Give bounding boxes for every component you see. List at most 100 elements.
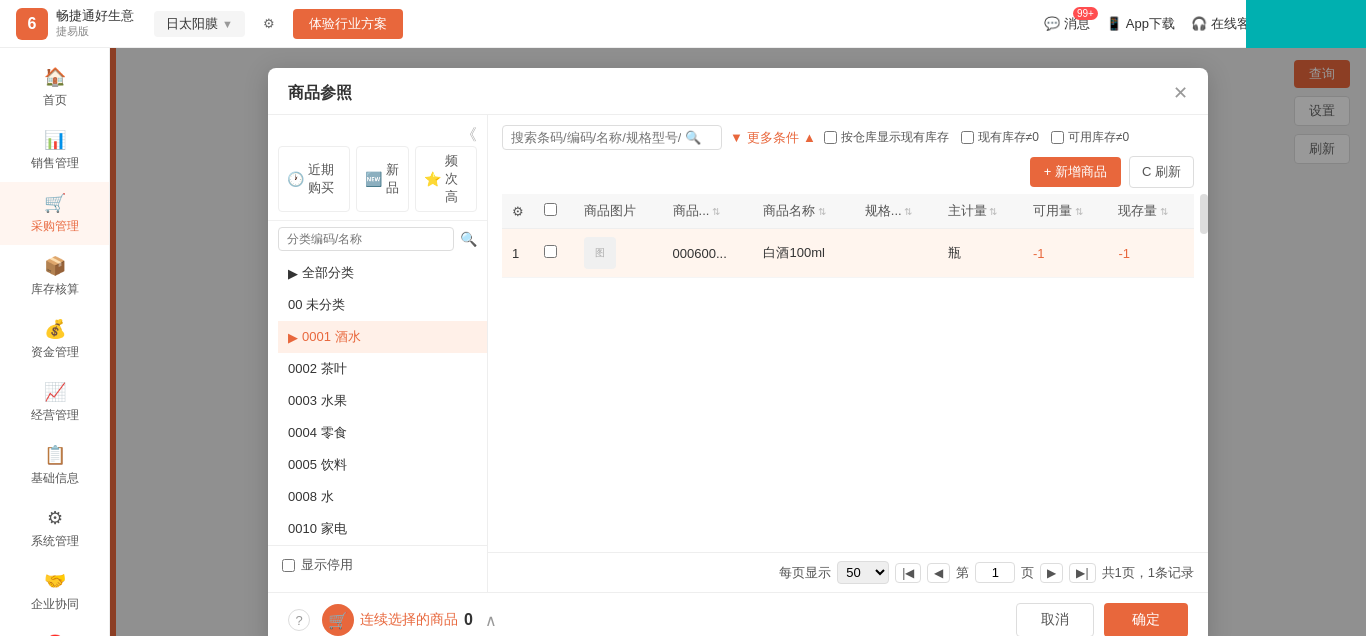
cart-collapse-icon[interactable]: ∧ (485, 611, 497, 630)
sidebar-item-home[interactable]: 🏠 首页 (0, 56, 109, 119)
cat-tea[interactable]: 0002 茶叶 (278, 353, 487, 385)
sidebar-item-sales[interactable]: 📊 销售管理 (0, 119, 109, 182)
warehouse-label: 按仓库显示现有库存 (841, 129, 949, 146)
scrollbar-thumb[interactable] (1200, 194, 1208, 234)
notification-area[interactable]: 💬 消息 99+ (1044, 15, 1090, 33)
cat-liquor[interactable]: ▶ 0001 酒水 (278, 321, 487, 353)
total-label: 共1页，1条记录 (1102, 564, 1194, 582)
logo-text: 畅捷通好生意 (56, 8, 134, 25)
product-thumbnail: 图 (584, 237, 616, 269)
page-number-input[interactable] (975, 562, 1015, 583)
col-spec[interactable]: 规格... (855, 194, 938, 229)
stock-nonzero-label: 现有库存≠0 (978, 129, 1039, 146)
cart-icon[interactable]: 🛒 (322, 604, 354, 636)
sidebar-item-finance[interactable]: 💰 资金管理 (0, 308, 109, 371)
collab-icon: 🤝 (44, 570, 66, 592)
select-all-checkbox[interactable] (544, 203, 557, 216)
sidebar-item-business[interactable]: 📈 经营管理 (0, 371, 109, 434)
cat-uncategorized[interactable]: 00 未分类 (278, 289, 487, 321)
cart-count: 0 (464, 611, 473, 629)
show-disabled-area: 显示停用 (268, 545, 487, 584)
sidebar-item-purchase[interactable]: 🛒 采购管理 (0, 182, 109, 245)
col-unit[interactable]: 主计量 (938, 194, 1023, 229)
show-disabled-checkbox[interactable] (282, 559, 295, 572)
col-code[interactable]: 商品... (663, 194, 754, 229)
sidebar: 🏠 首页 📊 销售管理 🛒 采购管理 📦 库存核算 💰 资金管理 📈 经营管理 … (0, 48, 110, 636)
show-disabled-label[interactable]: 显示停用 (301, 556, 353, 574)
last-page-btn[interactable]: ▶| (1069, 563, 1095, 583)
sidebar-label-business: 经营管理 (31, 407, 79, 424)
sidebar-item-basic[interactable]: 📋 基础信息 (0, 434, 109, 497)
right-toolbar: + 新增商品 C 刷新 (488, 156, 1208, 194)
sidebar-label-system: 系统管理 (31, 533, 79, 550)
category-search-icon[interactable]: 🔍 (460, 231, 477, 247)
search-wrap: 🔍 (502, 125, 722, 150)
sidebar-item-inventory[interactable]: 📦 库存核算 (0, 245, 109, 308)
cat-water[interactable]: 0008 水 (278, 481, 487, 513)
exp-button[interactable]: 体验行业方案 (293, 9, 403, 39)
stock-nonzero-checkbox[interactable] (961, 131, 974, 144)
next-page-btn[interactable]: ▶ (1040, 563, 1063, 583)
available-nonzero-checkbox[interactable] (1051, 131, 1064, 144)
modal-title: 商品参照 (288, 83, 352, 104)
settings-icon[interactable]: ⚙ (253, 8, 285, 40)
nav-title[interactable]: 日太阳膜 ▼ (154, 11, 245, 37)
content-area: 查询 设置 刷新 商品参照 ✕ 《 (110, 48, 1366, 636)
sales-icon: 📊 (44, 129, 66, 151)
filter-warehouse[interactable]: 按仓库显示现有库存 (824, 129, 949, 146)
col-image: 商品图片 (574, 194, 662, 229)
col-name[interactable]: 商品名称 (753, 194, 854, 229)
product-search-input[interactable] (511, 130, 681, 145)
search-icon[interactable]: 🔍 (685, 130, 701, 145)
sidebar-item-collab[interactable]: 🤝 企业协同 (0, 560, 109, 623)
new-product-btn[interactable]: 🆕 新品 (356, 146, 409, 212)
category-search-input[interactable] (278, 227, 454, 251)
collapse-left-icon[interactable]: 《 (461, 125, 477, 146)
filter-stock-nonzero[interactable]: 现有库存≠0 (961, 129, 1039, 146)
app-download[interactable]: 📱 App下载 (1106, 15, 1175, 33)
sidebar-item-guide[interactable]: 🎯 新手引导 (0, 623, 109, 636)
topbar: 6 畅捷通好生意 捷易版 日太阳膜 ▼ ⚙ 体验行业方案 💬 消息 99+ 📱 … (0, 0, 1366, 48)
cat-label-uncategorized: 00 未分类 (288, 296, 345, 314)
filter-btn[interactable]: ▼ 更多条件 ▲ (730, 129, 816, 147)
product-reference-modal: 商品参照 ✕ 《 🕐 近期购买 (268, 68, 1208, 636)
sidebar-item-system[interactable]: ⚙ 系统管理 (0, 497, 109, 560)
cat-fruit[interactable]: 0003 水果 (278, 385, 487, 417)
logo-icon: 6 (16, 8, 48, 40)
product-table-wrap: ⚙ 商品图片 商品... 商品名称 规格... 主计量 可用量 现存量 (488, 194, 1208, 552)
search-bar: 🔍 ▼ 更多条件 ▲ 按仓库显示现有库存 (488, 115, 1208, 156)
per-page-select[interactable]: 50 20 100 (837, 561, 889, 584)
recent-icon: 🕐 (287, 171, 304, 187)
col-available[interactable]: 可用量 (1023, 194, 1108, 229)
filter-up-icon: ▲ (803, 130, 816, 145)
refresh-button[interactable]: C 刷新 (1129, 156, 1194, 188)
first-page-btn[interactable]: |◀ (895, 563, 921, 583)
filter-available-nonzero[interactable]: 可用库存≠0 (1051, 129, 1129, 146)
add-product-button[interactable]: + 新增商品 (1030, 157, 1121, 187)
help-icon[interactable]: ? (288, 609, 310, 631)
business-icon: 📈 (44, 381, 66, 403)
cat-all[interactable]: ▶ 全部分类 (278, 257, 487, 289)
modal-header: 商品参照 ✕ (268, 68, 1208, 115)
warehouse-checkbox[interactable] (824, 131, 837, 144)
cat-appliance[interactable]: 0010 家电 (278, 513, 487, 545)
cat-snack[interactable]: 0004 零食 (278, 417, 487, 449)
row-available: -1 (1023, 229, 1108, 278)
prev-page-btn[interactable]: ◀ (927, 563, 950, 583)
recent-purchase-btn[interactable]: 🕐 近期购买 (278, 146, 350, 212)
col-stock[interactable]: 现存量 (1108, 194, 1194, 229)
row-select-checkbox[interactable] (544, 245, 557, 258)
modal-close-button[interactable]: ✕ (1173, 82, 1188, 104)
confirm-button[interactable]: 确定 (1104, 603, 1188, 636)
frequent-btn[interactable]: ⭐ 频次高 (415, 146, 477, 212)
table-row[interactable]: 1 图 000600... 白酒100ml 瓶 (502, 229, 1194, 278)
cat-beverage[interactable]: 0005 饮料 (278, 449, 487, 481)
row-checkbox[interactable] (534, 229, 574, 278)
cancel-button[interactable]: 取消 (1016, 603, 1094, 636)
cat-label-appliance: 0010 家电 (288, 520, 347, 538)
cart-label: 连续选择的商品 (360, 611, 458, 629)
col-checkbox[interactable] (534, 194, 574, 229)
available-nonzero-label: 可用库存≠0 (1068, 129, 1129, 146)
col-settings[interactable]: ⚙ (502, 194, 534, 229)
modal-body: 《 🕐 近期购买 🆕 新品 ⭐ (268, 115, 1208, 592)
